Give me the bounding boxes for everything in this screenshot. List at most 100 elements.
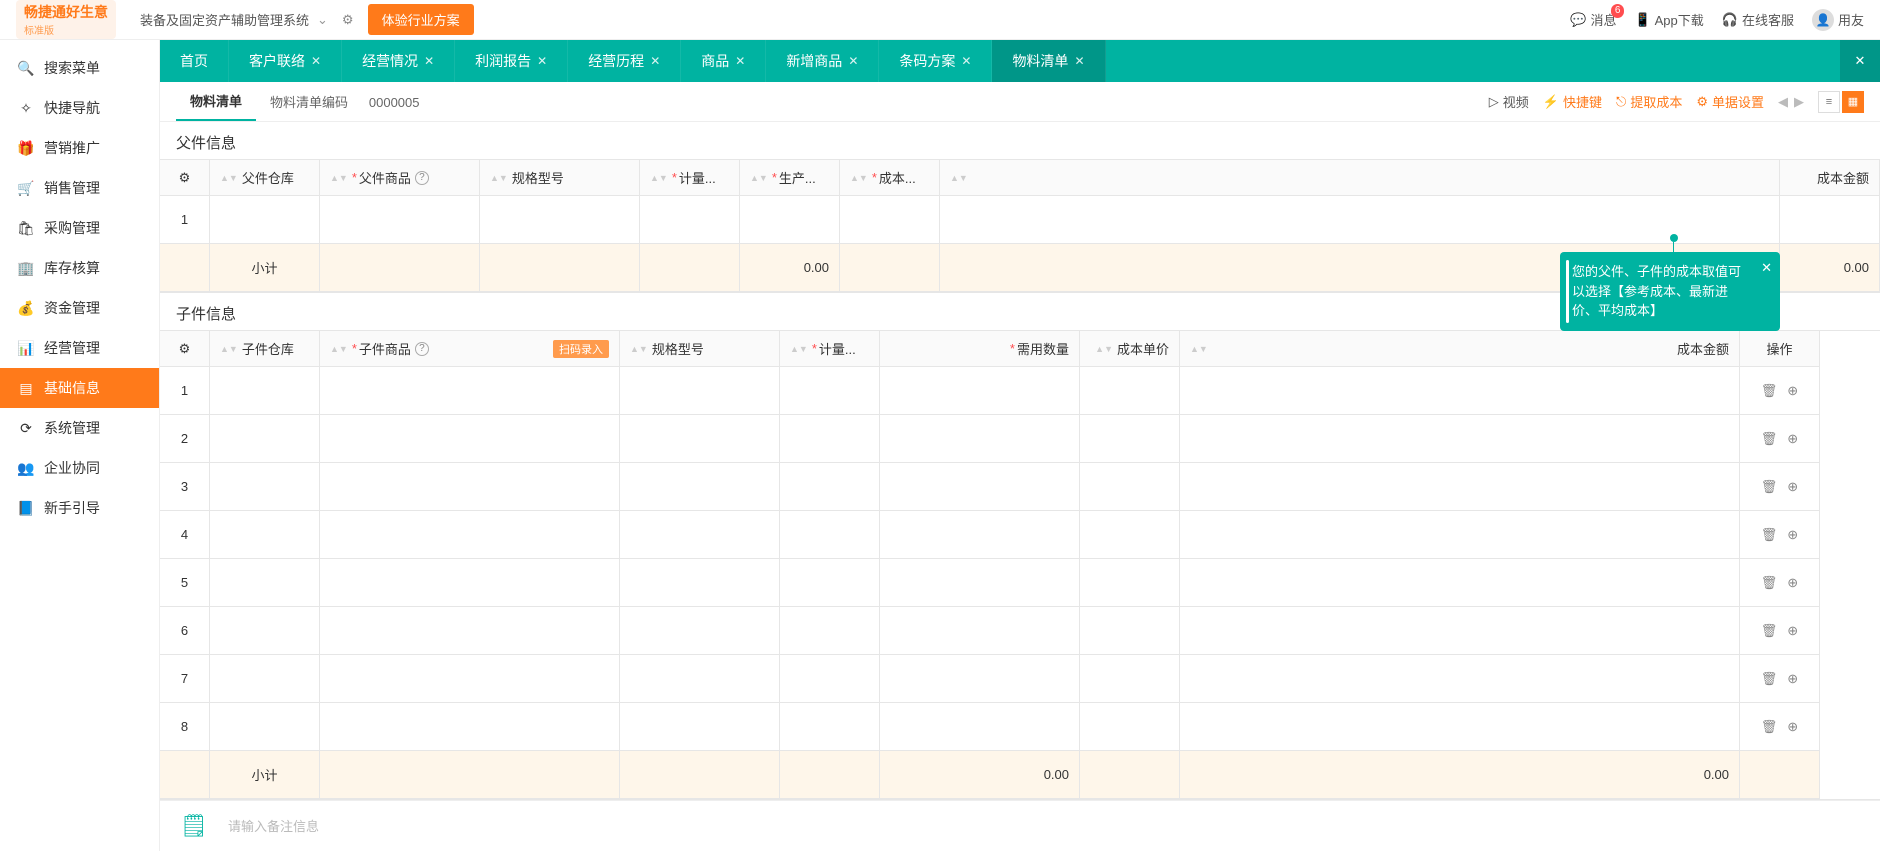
- tab-6[interactable]: 新增商品✕: [766, 40, 879, 82]
- child-warehouse-cell[interactable]: [210, 415, 320, 463]
- tab-7[interactable]: 条码方案✕: [879, 40, 992, 82]
- child-amount-cell[interactable]: [1180, 463, 1740, 511]
- close-icon[interactable]: ✕: [961, 54, 971, 68]
- col-parent-amount[interactable]: 成本金额: [1780, 160, 1880, 196]
- child-costunit-cell[interactable]: [1080, 607, 1180, 655]
- sidebar-item-chart[interactable]: 📊经营管理: [0, 328, 159, 368]
- child-costunit-cell[interactable]: [1080, 703, 1180, 751]
- col-parent-unit[interactable]: ▲▼*计量...: [640, 160, 740, 196]
- child-amount-cell[interactable]: [1180, 703, 1740, 751]
- child-unit-cell[interactable]: [780, 463, 880, 511]
- child-needqty-cell[interactable]: [880, 703, 1080, 751]
- sidebar-item-team[interactable]: 👥企业协同: [0, 448, 159, 488]
- delete-icon[interactable]: 🗑: [1761, 527, 1778, 543]
- parent-cost-cell[interactable]: [840, 196, 940, 244]
- child-amount-cell[interactable]: [1180, 511, 1740, 559]
- col-child-warehouse[interactable]: ▲▼子件仓库: [210, 331, 320, 367]
- child-spec-cell[interactable]: [620, 559, 780, 607]
- delete-icon[interactable]: 🗑: [1761, 383, 1778, 399]
- child-unit-cell[interactable]: [780, 367, 880, 415]
- tab-5[interactable]: 商品✕: [681, 40, 766, 82]
- col-parent-spec[interactable]: ▲▼规格型号: [480, 160, 640, 196]
- child-product-cell[interactable]: [320, 463, 620, 511]
- child-costunit-cell[interactable]: [1080, 463, 1180, 511]
- child-needqty-cell[interactable]: [880, 511, 1080, 559]
- child-warehouse-cell[interactable]: [210, 463, 320, 511]
- child-unit-cell[interactable]: [780, 607, 880, 655]
- child-product-cell[interactable]: [320, 559, 620, 607]
- tabs-close-all[interactable]: ✕: [1840, 40, 1880, 82]
- sidebar-item-bag[interactable]: 🛍采购管理: [0, 208, 159, 248]
- child-warehouse-cell[interactable]: [210, 511, 320, 559]
- add-row-icon[interactable]: ⊕: [1787, 383, 1798, 399]
- tab-8[interactable]: 物料清单✕: [992, 40, 1105, 82]
- close-icon[interactable]: ✕: [537, 54, 547, 68]
- sidebar-item-search[interactable]: 🔍搜索菜单: [0, 48, 159, 88]
- add-row-icon[interactable]: ⊕: [1787, 719, 1798, 735]
- delete-icon[interactable]: 🗑: [1761, 719, 1778, 735]
- col-child-needqty[interactable]: *需用数量: [880, 331, 1080, 367]
- child-warehouse-cell[interactable]: [210, 559, 320, 607]
- child-spec-cell[interactable]: [620, 655, 780, 703]
- col-settings[interactable]: ⚙: [160, 160, 210, 196]
- online-service-button[interactable]: 🎧 在线客服: [1722, 10, 1794, 29]
- col-child-spec[interactable]: ▲▼规格型号: [620, 331, 780, 367]
- child-needqty-cell[interactable]: [880, 655, 1080, 703]
- parent-warehouse-cell[interactable]: [210, 196, 320, 244]
- delete-icon[interactable]: 🗑: [1761, 479, 1778, 495]
- child-product-cell[interactable]: [320, 607, 620, 655]
- child-needqty-cell[interactable]: [880, 463, 1080, 511]
- sidebar-item-refresh[interactable]: ⟳系统管理: [0, 408, 159, 448]
- gear-icon[interactable]: ⚙: [342, 12, 354, 28]
- child-amount-cell[interactable]: [1180, 655, 1740, 703]
- parent-spec-cell[interactable]: [480, 196, 640, 244]
- col-child-amount[interactable]: ▲▼成本金额: [1180, 331, 1740, 367]
- col-parent-warehouse[interactable]: ▲▼父件仓库: [210, 160, 320, 196]
- app-download-button[interactable]: 📱 App下载: [1634, 10, 1703, 29]
- child-unit-cell[interactable]: [780, 559, 880, 607]
- child-warehouse-cell[interactable]: [210, 607, 320, 655]
- close-icon[interactable]: ✕: [1074, 54, 1084, 68]
- view-detail[interactable]: ▦: [1842, 91, 1864, 113]
- messages-button[interactable]: 💬 消息 6: [1570, 10, 1616, 29]
- child-amount-cell[interactable]: [1180, 367, 1740, 415]
- extract-cost-link[interactable]: ⎋提取成本: [1616, 92, 1682, 111]
- child-costunit-cell[interactable]: [1080, 415, 1180, 463]
- tab-2[interactable]: 经营情况✕: [342, 40, 455, 82]
- child-amount-cell[interactable]: [1180, 415, 1740, 463]
- child-spec-cell[interactable]: [620, 607, 780, 655]
- add-row-icon[interactable]: ⊕: [1787, 623, 1798, 639]
- parent-unit-cell[interactable]: [640, 196, 740, 244]
- delete-icon[interactable]: 🗑: [1761, 623, 1778, 639]
- next-icon[interactable]: ▶: [1794, 94, 1804, 110]
- parent-qty-cell[interactable]: [740, 196, 840, 244]
- remark-input[interactable]: 请输入备注信息: [228, 816, 319, 835]
- note-icon[interactable]: 🗒: [180, 813, 208, 839]
- sidebar-item-cart[interactable]: 🛒销售管理: [0, 168, 159, 208]
- col-parent-qty[interactable]: ▲▼*生产...: [740, 160, 840, 196]
- delete-icon[interactable]: 🗑: [1761, 575, 1778, 591]
- tab-1[interactable]: 客户联络✕: [229, 40, 342, 82]
- sidebar-item-db[interactable]: ▤基础信息: [0, 368, 159, 408]
- close-icon[interactable]: ✕: [848, 54, 858, 68]
- col-child-costunit[interactable]: ▲▼成本单价: [1080, 331, 1180, 367]
- child-costunit-cell[interactable]: [1080, 511, 1180, 559]
- sidebar-item-compass[interactable]: ✧快捷导航: [0, 88, 159, 128]
- child-warehouse-cell[interactable]: [210, 367, 320, 415]
- child-unit-cell[interactable]: [780, 703, 880, 751]
- child-unit-cell[interactable]: [780, 415, 880, 463]
- video-link[interactable]: ▷视频: [1489, 92, 1529, 111]
- delete-icon[interactable]: 🗑: [1761, 671, 1778, 687]
- child-costunit-cell[interactable]: [1080, 559, 1180, 607]
- child-needqty-cell[interactable]: [880, 367, 1080, 415]
- add-row-icon[interactable]: ⊕: [1787, 575, 1798, 591]
- add-row-icon[interactable]: ⊕: [1787, 671, 1798, 687]
- col-child-unit[interactable]: ▲▼*计量...: [780, 331, 880, 367]
- child-product-cell[interactable]: [320, 703, 620, 751]
- col-child-product[interactable]: ▲▼*子件商品?扫码录入: [320, 331, 620, 367]
- child-spec-cell[interactable]: [620, 463, 780, 511]
- prev-icon[interactable]: ◀: [1778, 94, 1788, 110]
- tab-0[interactable]: 首页: [160, 40, 229, 82]
- col-settings[interactable]: ⚙: [160, 331, 210, 367]
- child-product-cell[interactable]: [320, 415, 620, 463]
